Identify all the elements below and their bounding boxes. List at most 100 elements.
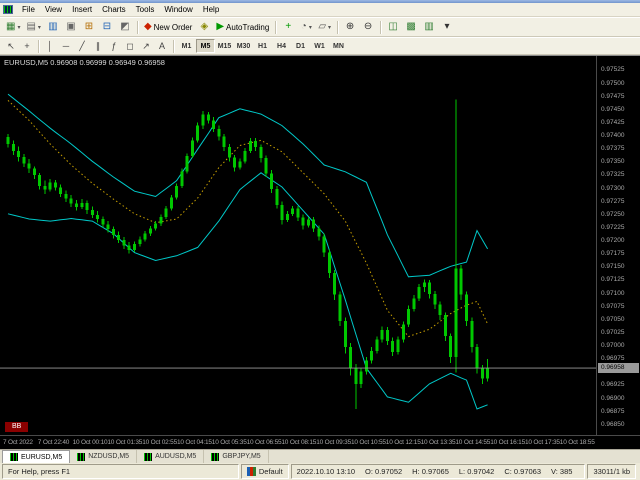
metaeditor-button[interactable]: ◈ <box>195 19 213 35</box>
price-tick: 0.97125 <box>601 276 625 284</box>
price-tick: 0.97250 <box>601 210 625 218</box>
time-tick: 10 Oct 06:55 <box>246 439 282 446</box>
profile-icon <box>246 467 256 476</box>
strategy-tester-icon: ◩ <box>120 21 130 32</box>
terminal-icon: ⊟ <box>102 21 112 32</box>
add-indicator-button[interactable]: + <box>279 19 297 35</box>
time-tick: 10 Oct 05:35 <box>211 439 247 446</box>
profile-name: Default <box>258 467 283 476</box>
autotrading-label: AutoTrading <box>226 22 270 32</box>
market-watch-button[interactable]: ▥ <box>44 19 62 35</box>
horizontal-line-button[interactable]: ─ <box>58 39 74 53</box>
time-axis[interactable]: 7 Oct 2022 7 Oct 22:40 10 Oct 00:10 10 Oct … <box>0 435 640 449</box>
chart-canvas[interactable] <box>0 56 596 436</box>
tab-eurusd-m5[interactable]: EURUSD,M5 <box>2 450 71 463</box>
channel-button[interactable]: ∥ <box>90 39 106 53</box>
arrows-button[interactable]: ↗ <box>138 39 154 53</box>
windows-dropdown-icon: ▾ <box>444 21 450 32</box>
time-tick: 10 Oct 14:55 <box>455 439 491 446</box>
time-tick: 10 Oct 01:35 <box>107 439 143 446</box>
metaeditor-icon: ◈ <box>200 21 209 32</box>
terminal-button[interactable]: ⊟ <box>98 19 116 35</box>
periods-button[interactable]: ◔ ▾ <box>297 19 315 35</box>
trendline-icon: ╱ <box>79 40 85 51</box>
timeframe-m15-button[interactable]: M15 <box>215 39 234 53</box>
timeframe-h1-button[interactable]: H1 <box>253 39 272 53</box>
price-tick: 0.97350 <box>601 158 625 166</box>
price-tick: 0.97100 <box>601 289 625 297</box>
time-tick: 10 Oct 04:15 <box>177 439 212 446</box>
menu-help[interactable]: Help <box>198 3 224 17</box>
time-tick: 10 Oct 13:35 <box>420 439 456 446</box>
price-tick: 0.97150 <box>601 263 625 271</box>
menu-charts[interactable]: Charts <box>97 3 131 17</box>
tab-nzdusd-m5[interactable]: NZDUSD,M5 <box>70 450 138 463</box>
timeframe-mn-button[interactable]: MN <box>329 39 348 53</box>
price-tick: 0.96975 <box>601 355 625 363</box>
tab-gbpjpy-m5[interactable]: GBPJPY,M5 <box>204 450 269 463</box>
bar-close: C: 0.97063 <box>504 467 542 476</box>
fibonacci-button[interactable]: ƒ <box>106 39 122 53</box>
price-tick: 0.97225 <box>601 223 625 231</box>
status-profile[interactable]: Default <box>240 464 289 479</box>
tile-windows-button[interactable]: ◫ <box>384 19 402 35</box>
text-button[interactable]: A <box>154 39 170 53</box>
price-tick: 0.96875 <box>601 407 625 415</box>
tab-label: GBPJPY,M5 <box>222 453 261 460</box>
windows-dropdown-button[interactable]: ▾ <box>438 19 456 35</box>
price-tick: 0.97375 <box>601 145 625 153</box>
chart-window-icon <box>3 5 13 14</box>
time-tick: 10 Oct 08:15 <box>281 439 317 446</box>
menu-view[interactable]: View <box>40 3 67 17</box>
data-window-icon: ▣ <box>66 21 76 32</box>
data-window-button[interactable]: ▣ <box>62 19 80 35</box>
new-order-icon: ◆ <box>143 21 152 32</box>
strategy-tester-button[interactable]: ◩ <box>116 19 134 35</box>
templates-button[interactable]: ▱ ▾ <box>315 19 334 35</box>
trendline-button[interactable]: ╱ <box>74 39 90 53</box>
symbol-ohlc-label: EURUSD,M5 0.96908 0.96999 0.96949 0.9695… <box>4 58 165 67</box>
status-help: For Help, press F1 <box>2 464 239 479</box>
time-tick: 10 Oct 10:55 <box>351 439 386 446</box>
navigator-icon: ⊞ <box>84 21 94 32</box>
cursor-button[interactable]: ↖ <box>3 39 19 53</box>
new-order-button[interactable]: ◆ New Order <box>141 19 195 35</box>
vertical-line-button[interactable]: │ <box>42 39 58 53</box>
price-tick: 0.97475 <box>601 92 625 100</box>
arrange-windows-button[interactable]: ▥ <box>420 19 438 35</box>
zoom-in-button[interactable]: ⊕ <box>341 19 359 35</box>
profiles-button[interactable]: ▤ ▾ <box>23 19 43 35</box>
toolbar-separator <box>337 20 339 34</box>
toolbar-separator <box>136 20 138 34</box>
tab-label: AUDUSD,M5 <box>155 453 197 460</box>
templates-icon: ▱ <box>318 21 327 32</box>
shapes-button[interactable]: ◻ <box>122 39 138 53</box>
zoom-out-button[interactable]: ⊖ <box>359 19 377 35</box>
market-watch-icon: ▥ <box>48 21 58 32</box>
autotrading-button[interactable]: ▶ AutoTrading <box>213 19 272 35</box>
bar-volume: V: 385 <box>551 467 573 476</box>
price-axis[interactable]: 0.96958 0.97525 0.97500 0.97475 0.97450 0.97… <box>596 56 640 435</box>
arrows-icon: ↗ <box>142 40 150 51</box>
menu-tools[interactable]: Tools <box>131 3 160 17</box>
navigator-button[interactable]: ⊞ <box>80 19 98 35</box>
tab-label: EURUSD,M5 <box>21 453 63 461</box>
new-chart-button[interactable]: ▦ ▾ <box>3 19 23 35</box>
timeframe-h4-button[interactable]: H4 <box>272 39 291 53</box>
timeframe-m5-button[interactable]: M5 <box>196 39 215 53</box>
timeframe-m1-button[interactable]: M1 <box>177 39 196 53</box>
channel-icon: ∥ <box>95 40 101 51</box>
crosshair-button[interactable]: + <box>19 39 35 53</box>
timeframe-m30-button[interactable]: M30 <box>234 39 253 53</box>
chart-tab-icon <box>77 452 86 461</box>
dropdown-arrow-icon: ▾ <box>308 24 312 31</box>
timeframe-d1-button[interactable]: D1 <box>291 39 310 53</box>
dropdown-arrow-icon: ▾ <box>328 24 332 31</box>
menu-file[interactable]: File <box>17 3 40 17</box>
tab-audusd-m5[interactable]: AUDUSD,M5 <box>137 450 205 463</box>
timeframe-w1-button[interactable]: W1 <box>310 39 329 53</box>
cascade-windows-button[interactable]: ▩ <box>402 19 420 35</box>
horizontal-line-icon: ─ <box>62 40 70 51</box>
menu-insert[interactable]: Insert <box>67 3 97 17</box>
menu-window[interactable]: Window <box>159 3 197 17</box>
